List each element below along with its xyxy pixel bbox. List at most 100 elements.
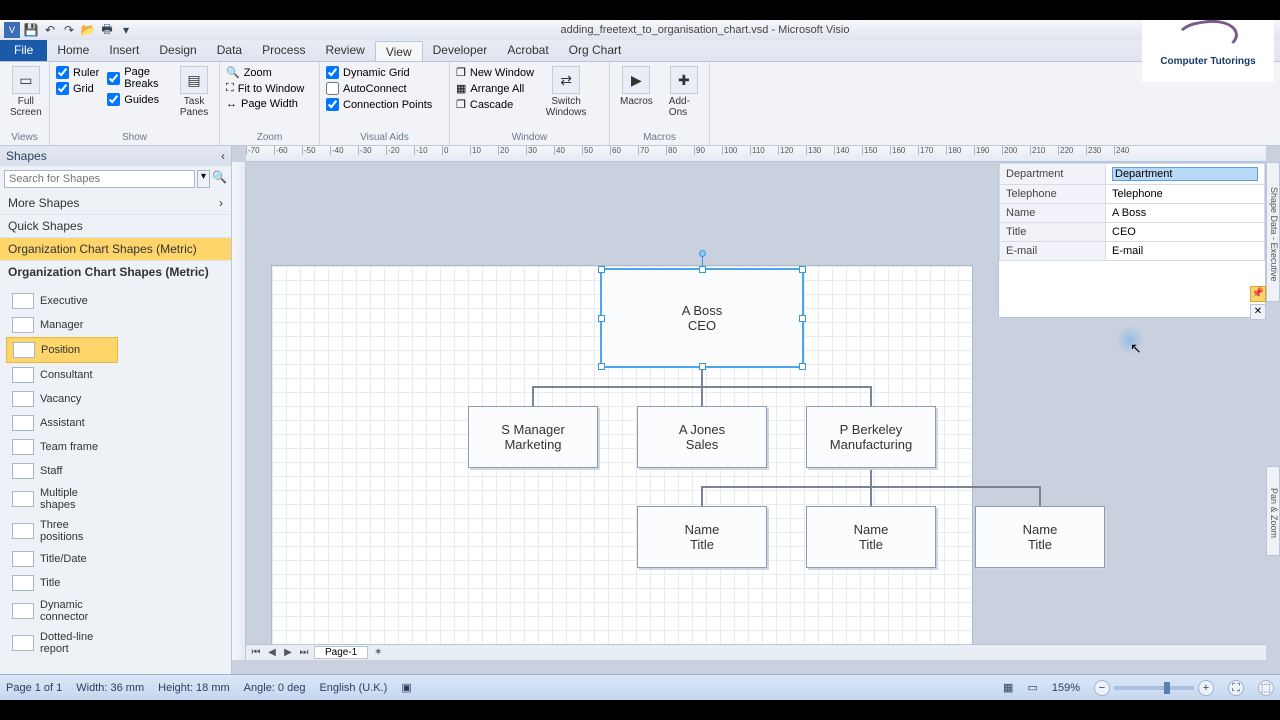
org-box-r3-0[interactable]: NameTitle [637, 506, 767, 568]
open-icon[interactable]: 📂 [80, 22, 96, 38]
new-window-button[interactable]: ❐ New Window [456, 66, 534, 79]
sheet-tab-bar: ⏮ ◀ ▶ ⏭ Page-1 ✶ [246, 644, 1266, 660]
shape-item-consultant[interactable]: Consultant [6, 363, 118, 387]
switch-windows-icon: ⇄ [552, 66, 580, 94]
connection-points-checkbox[interactable]: Connection Points [326, 98, 432, 111]
new-page-button[interactable]: ✶ [372, 647, 384, 658]
shape-item-staff[interactable]: Staff [6, 459, 118, 483]
org-box-r2-1[interactable]: A JonesSales [637, 406, 767, 468]
sd-value-name[interactable]: A Boss [1106, 204, 1265, 223]
shape-item-dynamic-connector[interactable]: Dynamic connector [6, 595, 118, 627]
shape-item-multiple-shapes[interactable]: Multiple shapes [6, 483, 118, 515]
guides-checkbox[interactable]: Guides [107, 93, 167, 106]
more-shapes-row[interactable]: More Shapes› [0, 192, 231, 215]
tab-home[interactable]: Home [47, 40, 99, 61]
stencil-title: Organization Chart Shapes (Metric) [0, 261, 231, 283]
zoom-slider[interactable] [1114, 686, 1194, 690]
autoconnect-checkbox[interactable]: AutoConnect [326, 82, 432, 95]
view-normal-icon[interactable]: ▦ [1003, 681, 1013, 694]
shape-data-tab[interactable]: Shape Data - Executive [1266, 162, 1280, 302]
shape-item-dotted-line-report[interactable]: Dotted-line report [6, 627, 118, 659]
cascade-button[interactable]: ❐ Cascade [456, 98, 534, 111]
org-title: CEO [606, 318, 798, 333]
sd-value-telephone[interactable]: Telephone [1106, 185, 1265, 204]
tab-insert[interactable]: Insert [99, 40, 149, 61]
dynamic-grid-checkbox[interactable]: Dynamic Grid [326, 66, 432, 79]
zoom-button[interactable]: 🔍 Zoom [226, 66, 304, 79]
task-panes-button[interactable]: ▤Task Panes [175, 64, 213, 120]
sd-value-email[interactable]: E-mail [1106, 242, 1265, 261]
shape-item-three-positions[interactable]: Three positions [6, 515, 118, 547]
search-dropdown-icon[interactable]: ▾ [197, 170, 210, 188]
shape-item-vacancy[interactable]: Vacancy [6, 387, 118, 411]
zoom-level[interactable]: 159% [1052, 682, 1080, 694]
shape-icon [12, 575, 34, 591]
sd-value-title[interactable]: CEO [1106, 223, 1265, 242]
view-fullscreen-icon[interactable]: ▭ [1027, 681, 1037, 694]
org-box-ceo[interactable]: A Boss CEO [600, 268, 804, 368]
org-box-r3-1[interactable]: NameTitle [806, 506, 936, 568]
pan-zoom-tab[interactable]: Pan & Zoom [1266, 466, 1280, 556]
shape-data-window[interactable]: Department TelephoneTelephone NameA Boss… [998, 162, 1266, 318]
fit-page-button[interactable]: ⛶ [1228, 680, 1244, 696]
sheet-nav-prev[interactable]: ◀ [266, 647, 278, 658]
grid-checkbox[interactable]: Grid [56, 82, 99, 95]
org-box-r2-2[interactable]: P BerkeleyManufacturing [806, 406, 936, 468]
shape-item-title-date[interactable]: Title/Date [6, 547, 118, 571]
close-icon[interactable]: ✕ [1250, 304, 1266, 320]
shape-item-position[interactable]: Position [6, 337, 118, 363]
org-box-r3-2[interactable]: NameTitle [975, 506, 1105, 568]
org-box-r2-0[interactable]: S ManagerMarketing [468, 406, 598, 468]
tab-developer[interactable]: Developer [423, 40, 498, 61]
sheet-nav-last[interactable]: ⏭ [298, 647, 310, 658]
shape-icon [12, 391, 34, 407]
quick-shapes-row[interactable]: Quick Shapes [0, 215, 231, 238]
full-screen-button[interactable]: ▭Full Screen [6, 64, 46, 120]
arrange-all-button[interactable]: ▦ Arrange All [456, 82, 534, 95]
sd-value-department[interactable] [1106, 164, 1265, 185]
tab-process[interactable]: Process [252, 40, 315, 61]
tab-orgchart[interactable]: Org Chart [559, 40, 632, 61]
pin-icon[interactable]: 📌 [1250, 286, 1266, 302]
pagebreaks-checkbox[interactable]: Page Breaks [107, 66, 167, 90]
undo-icon[interactable]: ↶ [42, 22, 58, 38]
shape-item-title[interactable]: Title [6, 571, 118, 595]
status-language[interactable]: English (U.K.) [319, 682, 387, 694]
shape-icon [12, 293, 34, 309]
save-icon[interactable]: 💾 [23, 22, 39, 38]
tab-data[interactable]: Data [207, 40, 252, 61]
fullscreen-toggle-button[interactable]: ⬚ [1258, 680, 1274, 696]
sheet-nav-next[interactable]: ▶ [282, 647, 294, 658]
redo-icon[interactable]: ↷ [61, 22, 77, 38]
zoom-out-button[interactable]: − [1094, 680, 1110, 696]
qat-dropdown-icon[interactable]: ▾ [118, 22, 134, 38]
sd-label-department: Department [1000, 164, 1106, 185]
ruler-checkbox[interactable]: Ruler [56, 66, 99, 79]
fit-window-button[interactable]: ⛶ Fit to Window [226, 82, 304, 95]
collapse-icon[interactable]: ‹ [221, 149, 225, 163]
switch-windows-button[interactable]: ⇄Switch Windows [542, 64, 590, 120]
tab-acrobat[interactable]: Acrobat [497, 40, 558, 61]
shape-item-assistant[interactable]: Assistant [6, 411, 118, 435]
drawing-canvas[interactable]: -70-60-50-40-30-20-100102030405060708090… [232, 146, 1280, 674]
macros-button[interactable]: ▶Macros [616, 64, 657, 109]
shape-icon [12, 551, 34, 567]
search-shapes-input[interactable] [4, 170, 195, 188]
shape-item-manager[interactable]: Manager [6, 313, 118, 337]
tab-view[interactable]: View [375, 41, 423, 61]
page-tab[interactable]: Page-1 [314, 646, 368, 659]
shape-item-team-frame[interactable]: Team frame [6, 435, 118, 459]
stencil-selected-row[interactable]: Organization Chart Shapes (Metric) [0, 238, 231, 261]
zoom-in-button[interactable]: + [1198, 680, 1214, 696]
addons-button[interactable]: ✚Add-Ons [665, 64, 703, 120]
tab-design[interactable]: Design [149, 40, 206, 61]
macros-icon: ▶ [622, 66, 650, 94]
sheet-nav-first[interactable]: ⏮ [250, 647, 262, 658]
tab-file[interactable]: File [0, 40, 47, 61]
shape-item-executive[interactable]: Executive [6, 289, 118, 313]
tab-review[interactable]: Review [315, 40, 374, 61]
print-icon[interactable]: 🖶 [99, 22, 115, 38]
search-icon[interactable]: 🔍 [212, 170, 227, 188]
macro-record-icon[interactable]: ▣ [401, 681, 411, 694]
page-width-button[interactable]: ↔ Page Width [226, 98, 304, 110]
